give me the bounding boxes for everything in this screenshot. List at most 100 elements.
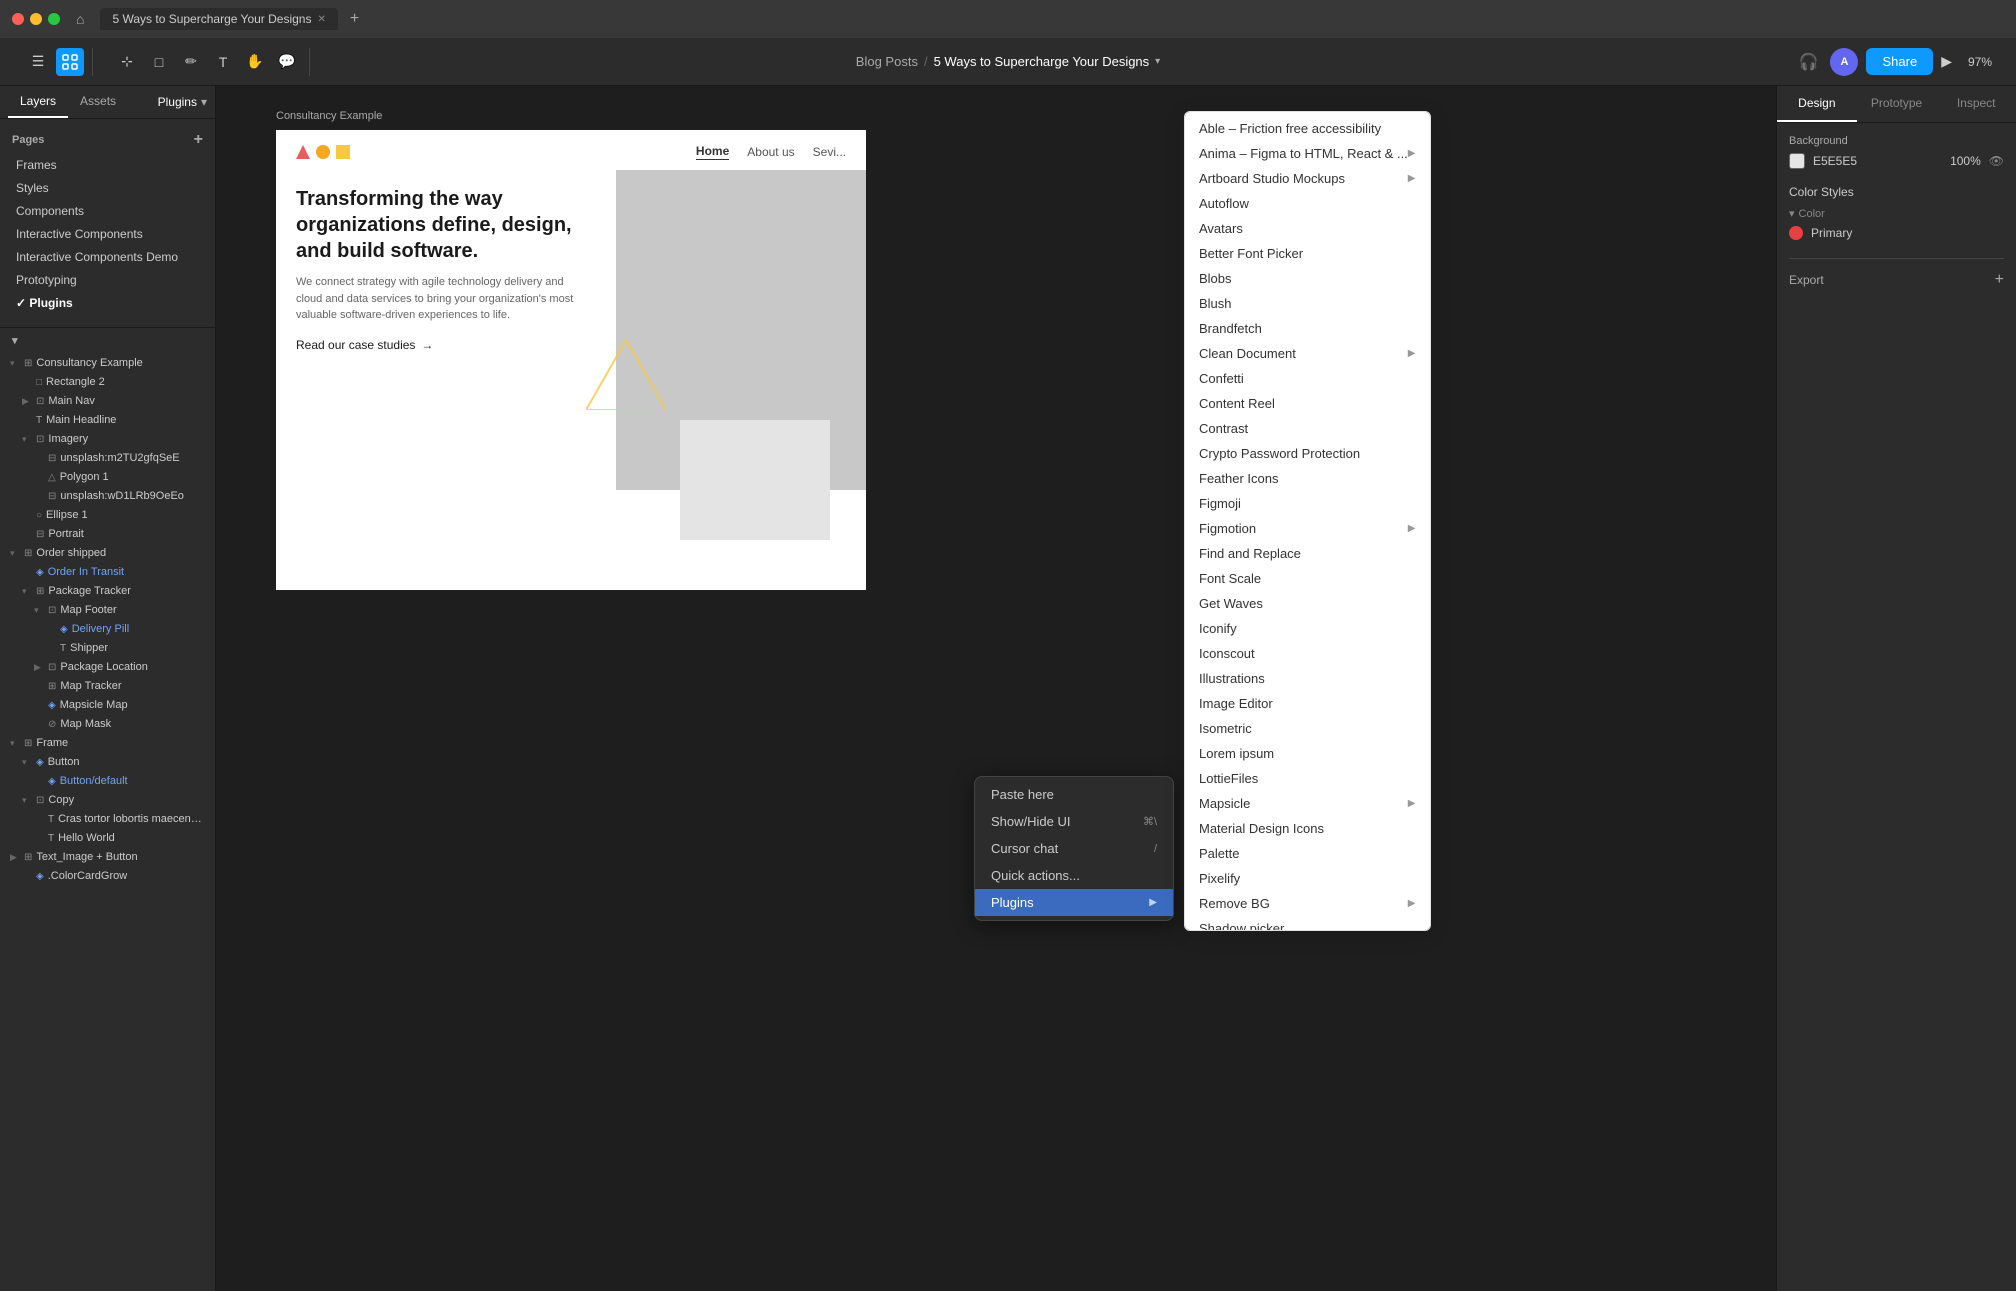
move-tool[interactable]: ☰ xyxy=(24,48,52,76)
plugin-iconify[interactable]: Iconify xyxy=(1185,616,1430,641)
plugin-clean-document[interactable]: Clean Document ▶ xyxy=(1185,341,1430,366)
page-plugins[interactable]: ✓ Plugins xyxy=(4,292,211,314)
active-tab[interactable]: 5 Ways to Supercharge Your Designs ✕ xyxy=(100,8,337,30)
layer-text-image-button[interactable]: ▶ ⊞ Text_Image + Button xyxy=(2,848,213,866)
plugin-iconscout[interactable]: Iconscout xyxy=(1185,641,1430,666)
layer-order-in-transit[interactable]: ◈ Order In Transit xyxy=(2,563,213,581)
export-add-button[interactable]: + xyxy=(1995,271,2004,289)
share-button[interactable]: Share xyxy=(1866,48,1933,75)
play-button[interactable]: ▶ xyxy=(1941,53,1952,70)
page-prototyping[interactable]: Prototyping xyxy=(4,269,211,291)
layer-package-location[interactable]: ▶ ⊡ Package Location xyxy=(2,658,213,676)
ctx-plugins[interactable]: Plugins ▶ xyxy=(975,889,1173,916)
breadcrumb-dropdown-icon[interactable]: ▾ xyxy=(1155,56,1160,67)
headphone-icon[interactable]: 🎧 xyxy=(1795,48,1823,76)
hand-tool[interactable]: ✋ xyxy=(241,48,269,76)
minimize-button[interactable] xyxy=(30,13,42,25)
tab-assets[interactable]: Assets xyxy=(68,86,128,118)
zoom-percent[interactable]: 97% xyxy=(1960,51,2000,73)
layer-frame[interactable]: ▾ ⊞ Frame xyxy=(2,734,213,752)
avatar[interactable]: A xyxy=(1830,48,1858,76)
tab-inspect[interactable]: Inspect xyxy=(1936,86,2016,122)
layers-scroll[interactable]: Pages + Frames Styles Components Interac… xyxy=(0,119,215,1291)
layer-button-default[interactable]: ◈ Button/default xyxy=(2,772,213,790)
shape-tool[interactable]: □ xyxy=(145,48,173,76)
plugin-confetti[interactable]: Confetti xyxy=(1185,366,1430,391)
color-swatch-primary[interactable] xyxy=(1789,226,1803,240)
plugin-better-font-picker[interactable]: Better Font Picker xyxy=(1185,241,1430,266)
ctx-paste-here[interactable]: Paste here xyxy=(975,781,1173,808)
page-interactive-components-demo[interactable]: Interactive Components Demo xyxy=(4,246,211,268)
layer-colorcardgrow[interactable]: ◈ .ColorCardGrow xyxy=(2,867,213,885)
tab-layers[interactable]: Layers xyxy=(8,86,68,118)
page-interactive-components[interactable]: Interactive Components xyxy=(4,223,211,245)
layer-map-mask[interactable]: ⊘ Map Mask xyxy=(2,715,213,733)
plugin-palette[interactable]: Palette xyxy=(1185,841,1430,866)
plugin-anima[interactable]: Anima – Figma to HTML, React & ... ▶ xyxy=(1185,141,1430,166)
layers-toggle[interactable]: ▾ xyxy=(12,334,18,347)
plugin-crypto-password[interactable]: Crypto Password Protection xyxy=(1185,441,1430,466)
home-icon[interactable]: ⌂ xyxy=(76,11,84,27)
frame-tool[interactable] xyxy=(56,48,84,76)
ctx-cursor-chat[interactable]: Cursor chat / xyxy=(975,835,1173,862)
background-opacity[interactable]: 100% xyxy=(1950,154,1981,168)
tab-design[interactable]: Design xyxy=(1777,86,1857,122)
plugin-avatars[interactable]: Avatars xyxy=(1185,216,1430,241)
close-button[interactable] xyxy=(12,13,24,25)
layer-button[interactable]: ▾ ◈ Button xyxy=(2,753,213,771)
plugin-brandfetch[interactable]: Brandfetch xyxy=(1185,316,1430,341)
plugin-lottiefiles[interactable]: LottieFiles xyxy=(1185,766,1430,791)
ctx-show-hide-ui[interactable]: Show/Hide UI ⌘\ xyxy=(975,808,1173,835)
layer-rectangle2[interactable]: □ Rectangle 2 xyxy=(2,373,213,391)
plugin-mapsicle[interactable]: Mapsicle ▶ xyxy=(1185,791,1430,816)
layer-imagery[interactable]: ▾ ⊡ Imagery xyxy=(2,430,213,448)
plugin-figmotion[interactable]: Figmotion ▶ xyxy=(1185,516,1430,541)
layer-map-footer[interactable]: ▾ ⊡ Map Footer xyxy=(2,601,213,619)
page-styles[interactable]: Styles xyxy=(4,177,211,199)
plugin-artboard[interactable]: Artboard Studio Mockups ▶ xyxy=(1185,166,1430,191)
page-frames[interactable]: Frames xyxy=(4,154,211,176)
layer-portrait[interactable]: ⊟ Portrait xyxy=(2,525,213,543)
tab-close-icon[interactable]: ✕ xyxy=(317,14,325,25)
plugin-pixelify[interactable]: Pixelify xyxy=(1185,866,1430,891)
select-tool[interactable]: ⊹ xyxy=(113,48,141,76)
plugin-get-waves[interactable]: Get Waves xyxy=(1185,591,1430,616)
new-tab-button[interactable]: + xyxy=(350,10,359,28)
plugin-image-editor[interactable]: Image Editor xyxy=(1185,691,1430,716)
layer-polygon1[interactable]: △ Polygon 1 xyxy=(2,468,213,486)
plugin-able[interactable]: Able – Friction free accessibility xyxy=(1185,116,1430,141)
breadcrumb-parent[interactable]: Blog Posts xyxy=(856,54,918,69)
ctx-quick-actions[interactable]: Quick actions... xyxy=(975,862,1173,889)
layer-shipper[interactable]: T Shipper xyxy=(2,639,213,657)
fullscreen-button[interactable] xyxy=(48,13,60,25)
layer-copy[interactable]: ▾ ⊡ Copy xyxy=(2,791,213,809)
plugin-remove-bg[interactable]: Remove BG ▶ xyxy=(1185,891,1430,916)
plugin-autoflow[interactable]: Autoflow xyxy=(1185,191,1430,216)
plugin-shadow-picker[interactable]: Shadow picker xyxy=(1185,916,1430,931)
layer-package-tracker[interactable]: ▾ ⊞ Package Tracker xyxy=(2,582,213,600)
plugin-illustrations[interactable]: Illustrations xyxy=(1185,666,1430,691)
canvas[interactable]: Consultancy Example Home About us Sevi..… xyxy=(216,86,1776,1291)
pen-tool[interactable]: ✏ xyxy=(177,48,205,76)
read-more-link[interactable]: Read our case studies → xyxy=(296,338,606,352)
layer-main-nav[interactable]: ▶ ⊡ Main Nav xyxy=(2,392,213,410)
plugin-figmoji[interactable]: Figmoji xyxy=(1185,491,1430,516)
layer-main-headline[interactable]: T Main Headline xyxy=(2,411,213,429)
plugin-content-reel[interactable]: Content Reel xyxy=(1185,391,1430,416)
layer-unsplash1[interactable]: ⊟ unsplash:m2TU2gfqSeE xyxy=(2,449,213,467)
plugin-find-replace[interactable]: Find and Replace xyxy=(1185,541,1430,566)
plugin-lorem-ipsum[interactable]: Lorem ipsum xyxy=(1185,741,1430,766)
plugin-contrast[interactable]: Contrast xyxy=(1185,416,1430,441)
plugin-font-scale[interactable]: Font Scale xyxy=(1185,566,1430,591)
layer-ellipse1[interactable]: ○ Ellipse 1 xyxy=(2,506,213,524)
plugin-blush[interactable]: Blush xyxy=(1185,291,1430,316)
add-page-button[interactable]: + xyxy=(194,131,203,149)
plugin-blobs[interactable]: Blobs xyxy=(1185,266,1430,291)
tab-prototype[interactable]: Prototype xyxy=(1857,86,1937,122)
page-components[interactable]: Components xyxy=(4,200,211,222)
background-color-swatch[interactable] xyxy=(1789,153,1805,169)
layer-consultancy-example[interactable]: ▾ ⊞ Consultancy Example xyxy=(2,354,213,372)
background-hex-value[interactable]: E5E5E5 xyxy=(1813,154,1942,168)
layer-text-cras[interactable]: T Cras tortor lobortis maecenas id nec a… xyxy=(2,810,213,828)
breadcrumb-current[interactable]: 5 Ways to Supercharge Your Designs xyxy=(934,54,1150,69)
